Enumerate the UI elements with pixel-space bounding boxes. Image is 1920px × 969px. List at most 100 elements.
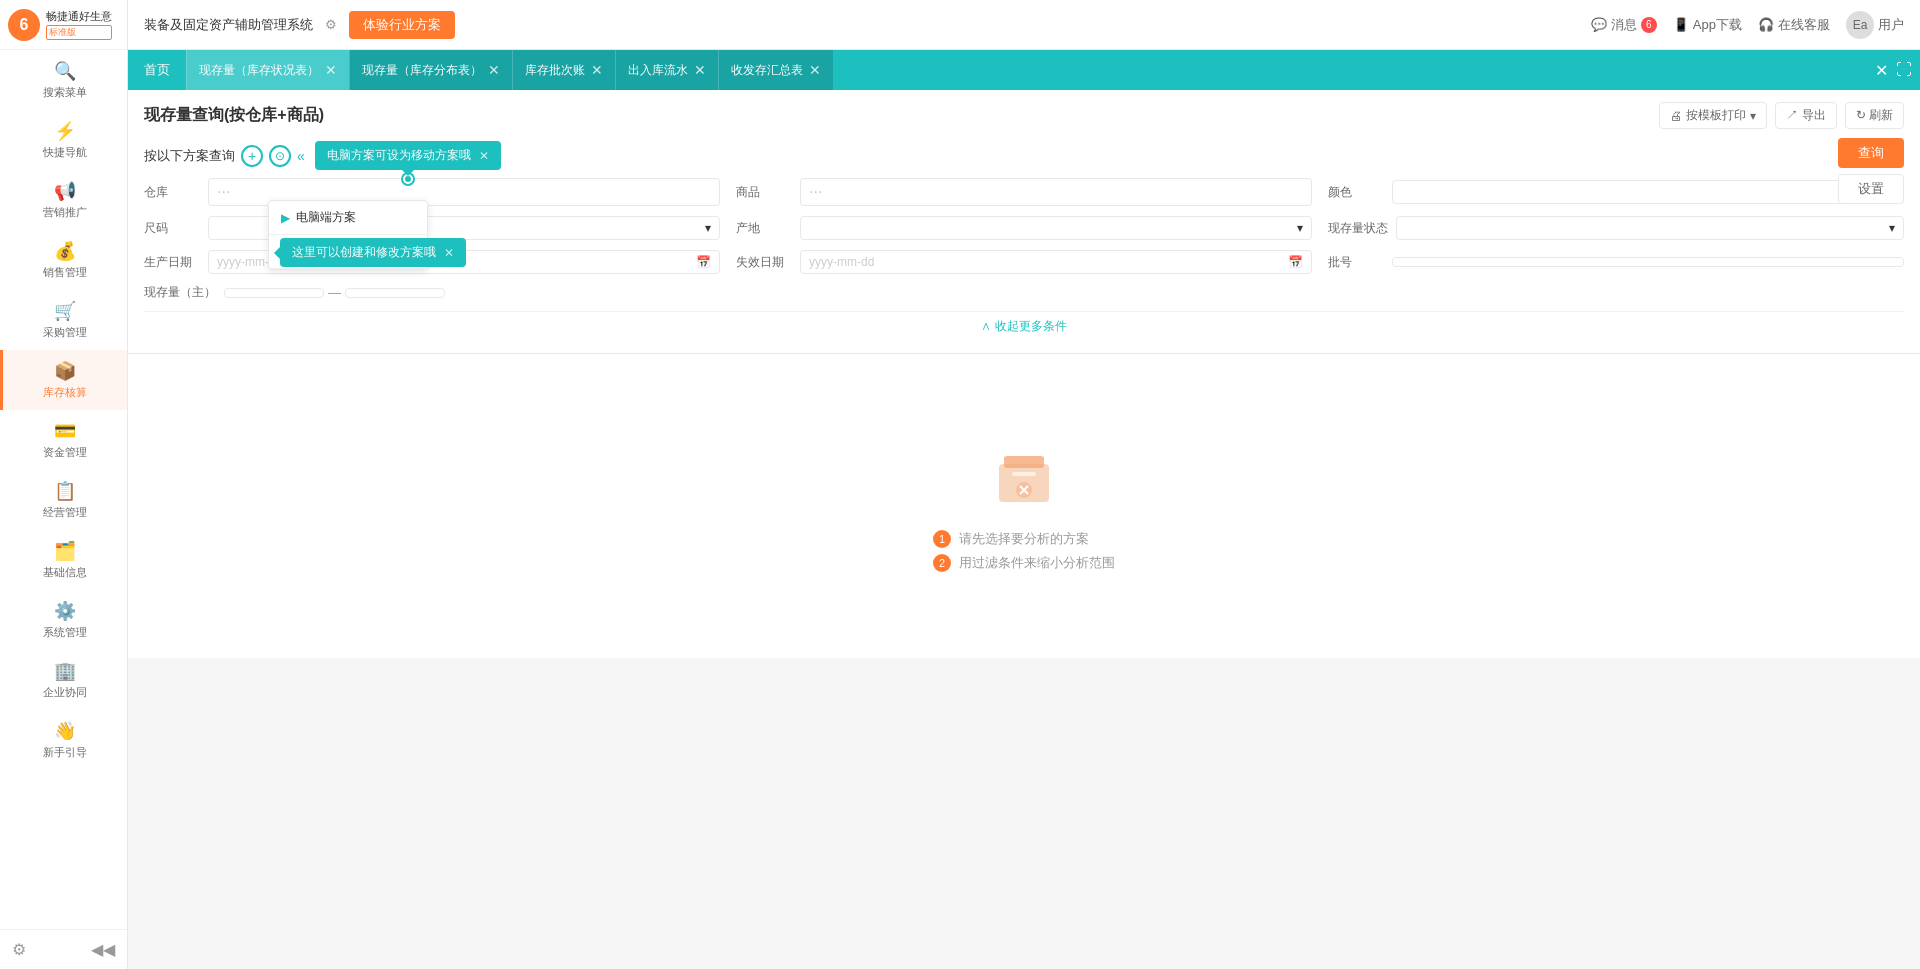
calendar-icon: 📅 xyxy=(1288,255,1303,269)
phone-icon: 📱 xyxy=(1673,17,1689,32)
sidebar-item-label: 企业协同 xyxy=(43,685,87,700)
sidebar-item-guide[interactable]: 👋 新手引导 xyxy=(0,710,127,770)
sidebar-item-sales[interactable]: 💰 销售管理 xyxy=(0,230,127,290)
online-service-label: 在线客服 xyxy=(1778,16,1830,34)
sidebar-item-label: 资金管理 xyxy=(43,445,87,460)
sidebar-item-system[interactable]: ⚙️ 系统管理 xyxy=(0,590,127,650)
sidebar-item-enterprise[interactable]: 🏢 企业协同 xyxy=(0,650,127,710)
logo: 6 畅捷通好生意 标准版 xyxy=(0,0,127,50)
inventory-icon: 📦 xyxy=(54,360,76,382)
user-menu[interactable]: Ea 用户 xyxy=(1846,11,1904,39)
tab-close-icon[interactable]: ✕ xyxy=(488,62,500,78)
sidebar-nav: 🔍 搜索菜单 ⚡ 快捷导航 📢 营销推广 💰 销售管理 🛒 采购管理 📦 库存核… xyxy=(0,50,127,929)
sidebar-item-inventory[interactable]: 📦 库存核算 xyxy=(0,350,127,410)
template-print-button[interactable]: 🖨 按模板打印 ▾ xyxy=(1659,102,1767,129)
sidebar-item-basic[interactable]: 🗂️ 基础信息 xyxy=(0,530,127,590)
tooltip-close-2-icon[interactable]: ✕ xyxy=(444,246,454,260)
empty-illustration xyxy=(984,434,1064,514)
empty-step-2: 2 用过滤条件来缩小分析范围 xyxy=(933,554,1115,572)
logo-badge: 标准版 xyxy=(46,25,112,40)
expiry-date-input[interactable]: yyyy-mm-dd 📅 xyxy=(800,250,1312,274)
filter-add-button[interactable]: + xyxy=(241,145,263,167)
dash: — xyxy=(328,285,341,300)
filter-scheme-button[interactable]: ⊙ xyxy=(269,145,291,167)
message-button[interactable]: 💬 消息 6 xyxy=(1591,16,1657,34)
set-button[interactable]: 设置 xyxy=(1838,174,1904,204)
sidebar-item-finance[interactable]: 💳 资金管理 xyxy=(0,410,127,470)
sidebar-item-marketing[interactable]: 📢 营销推广 xyxy=(0,170,127,230)
chevron-down-icon: ▾ xyxy=(1750,109,1756,123)
sidebar-item-label: 新手引导 xyxy=(43,745,87,760)
empty-state: 1 请先选择要分析的方案 2 用过滤条件来缩小分析范围 xyxy=(128,354,1920,658)
operations-icon: 📋 xyxy=(54,480,76,502)
tab-inventory-status[interactable]: 现存量（库存状况表） ✕ xyxy=(186,50,349,90)
goods-select[interactable]: ··· xyxy=(800,178,1312,206)
size-label: 尺码 xyxy=(144,220,200,237)
sidebar-item-operations[interactable]: 📋 经营管理 xyxy=(0,470,127,530)
search-button[interactable]: 查询 xyxy=(1838,138,1904,168)
tab-close-icon[interactable]: ✕ xyxy=(591,62,603,78)
tab-home[interactable]: 首页 xyxy=(128,50,186,90)
filter-origin: 产地 ▾ xyxy=(736,216,1312,240)
sidebar-item-label: 经营管理 xyxy=(43,505,87,520)
export-button[interactable]: ↗ 导出 xyxy=(1775,102,1836,129)
stock-main-to[interactable] xyxy=(345,288,445,298)
purchase-icon: 🛒 xyxy=(54,300,76,322)
color-select[interactable]: ▾ xyxy=(1392,180,1904,204)
triangle-icon: ▶ xyxy=(281,211,290,225)
enterprise-icon: 🏢 xyxy=(54,660,76,682)
tab-close-icon[interactable]: ✕ xyxy=(325,62,337,78)
tab-collect-summary[interactable]: 收发存汇总表 ✕ xyxy=(718,50,833,90)
stock-status-label: 现存量状态 xyxy=(1328,220,1388,237)
collapse-bar[interactable]: ∧ 收起更多条件 xyxy=(144,311,1904,341)
calendar-icon: 📅 xyxy=(696,255,711,269)
tooltip-text-2: 这里可以创建和修改方案哦 xyxy=(292,244,436,261)
origin-select[interactable]: ▾ xyxy=(800,216,1312,240)
guide-icon: 👋 xyxy=(54,720,76,742)
tab-batch-account[interactable]: 库存批次账 ✕ xyxy=(512,50,615,90)
logo-icon: 6 xyxy=(8,9,40,41)
basic-icon: 🗂️ xyxy=(54,540,76,562)
sales-icon: 💰 xyxy=(54,240,76,262)
tab-inventory-dist[interactable]: 现存量（库存分布表） ✕ xyxy=(349,50,512,90)
topbar: 装备及固定资产辅助管理系统 ⚙ 体验行业方案 💬 消息 6 📱 App下载 🎧 … xyxy=(128,0,1920,50)
page-title: 现存量查询(按仓库+商品) xyxy=(144,105,324,126)
stock-main-from[interactable] xyxy=(224,288,324,298)
tab-close-icon[interactable]: ✕ xyxy=(809,62,821,78)
sidebar-item-label: 基础信息 xyxy=(43,565,87,580)
sidebar-item-label: 采购管理 xyxy=(43,325,87,340)
marketing-icon: 📢 xyxy=(54,180,76,202)
message-badge: 6 xyxy=(1641,17,1657,33)
main-content: 装备及固定资产辅助管理系统 ⚙ 体验行业方案 💬 消息 6 📱 App下载 🎧 … xyxy=(128,0,1920,969)
collapse-icon[interactable]: ◀◀ xyxy=(91,940,115,959)
sidebar-item-search[interactable]: 🔍 搜索菜单 xyxy=(0,50,127,110)
refresh-button[interactable]: ↻ 刷新 xyxy=(1845,102,1904,129)
tab-close-all-icon[interactable]: ✕ xyxy=(1875,61,1888,80)
chevron-down-icon: ▾ xyxy=(1297,221,1303,235)
page-title-row: 现存量查询(按仓库+商品) 🖨 按模板打印 ▾ ↗ 导出 ↻ 刷新 xyxy=(144,102,1904,129)
sidebar-item-purchase[interactable]: 🛒 采购管理 xyxy=(0,290,127,350)
chevron-down-icon: ▾ xyxy=(1889,221,1895,235)
filter-arrow-left-icon[interactable]: « xyxy=(297,148,305,164)
tab-in-out-flow[interactable]: 出入库流水 ✕ xyxy=(615,50,718,90)
settings-icon[interactable]: ⚙ xyxy=(12,940,26,959)
tab-close-icon[interactable]: ✕ xyxy=(694,62,706,78)
app-download-button[interactable]: 📱 App下载 xyxy=(1673,16,1742,34)
settings-gear-icon[interactable]: ⚙ xyxy=(325,17,337,32)
scheme-tooltip: 电脑方案可设为移动方案哦 ✕ xyxy=(315,141,501,170)
search-icon: 🔍 xyxy=(54,60,76,82)
tab-fullscreen-icon[interactable]: ⛶ xyxy=(1896,61,1912,79)
quick-icon: ⚡ xyxy=(54,120,76,142)
online-service-button[interactable]: 🎧 在线客服 xyxy=(1758,16,1830,34)
filter-warehouse: 仓库 ··· xyxy=(144,178,720,206)
sidebar-item-quick[interactable]: ⚡ 快捷导航 xyxy=(0,110,127,170)
tooltip-close-icon[interactable]: ✕ xyxy=(479,149,489,163)
sidebar-item-label: 库存核算 xyxy=(43,385,87,400)
origin-label: 产地 xyxy=(736,220,792,237)
industry-solution-button[interactable]: 体验行业方案 xyxy=(349,11,455,39)
batch-no-input[interactable] xyxy=(1392,257,1904,267)
filter-batch-no: 批号 xyxy=(1328,250,1904,274)
scheme-desktop[interactable]: ▶ 电脑端方案 xyxy=(269,201,427,235)
user-label: 用户 xyxy=(1878,16,1904,34)
stock-status-select[interactable]: ▾ xyxy=(1396,216,1904,240)
